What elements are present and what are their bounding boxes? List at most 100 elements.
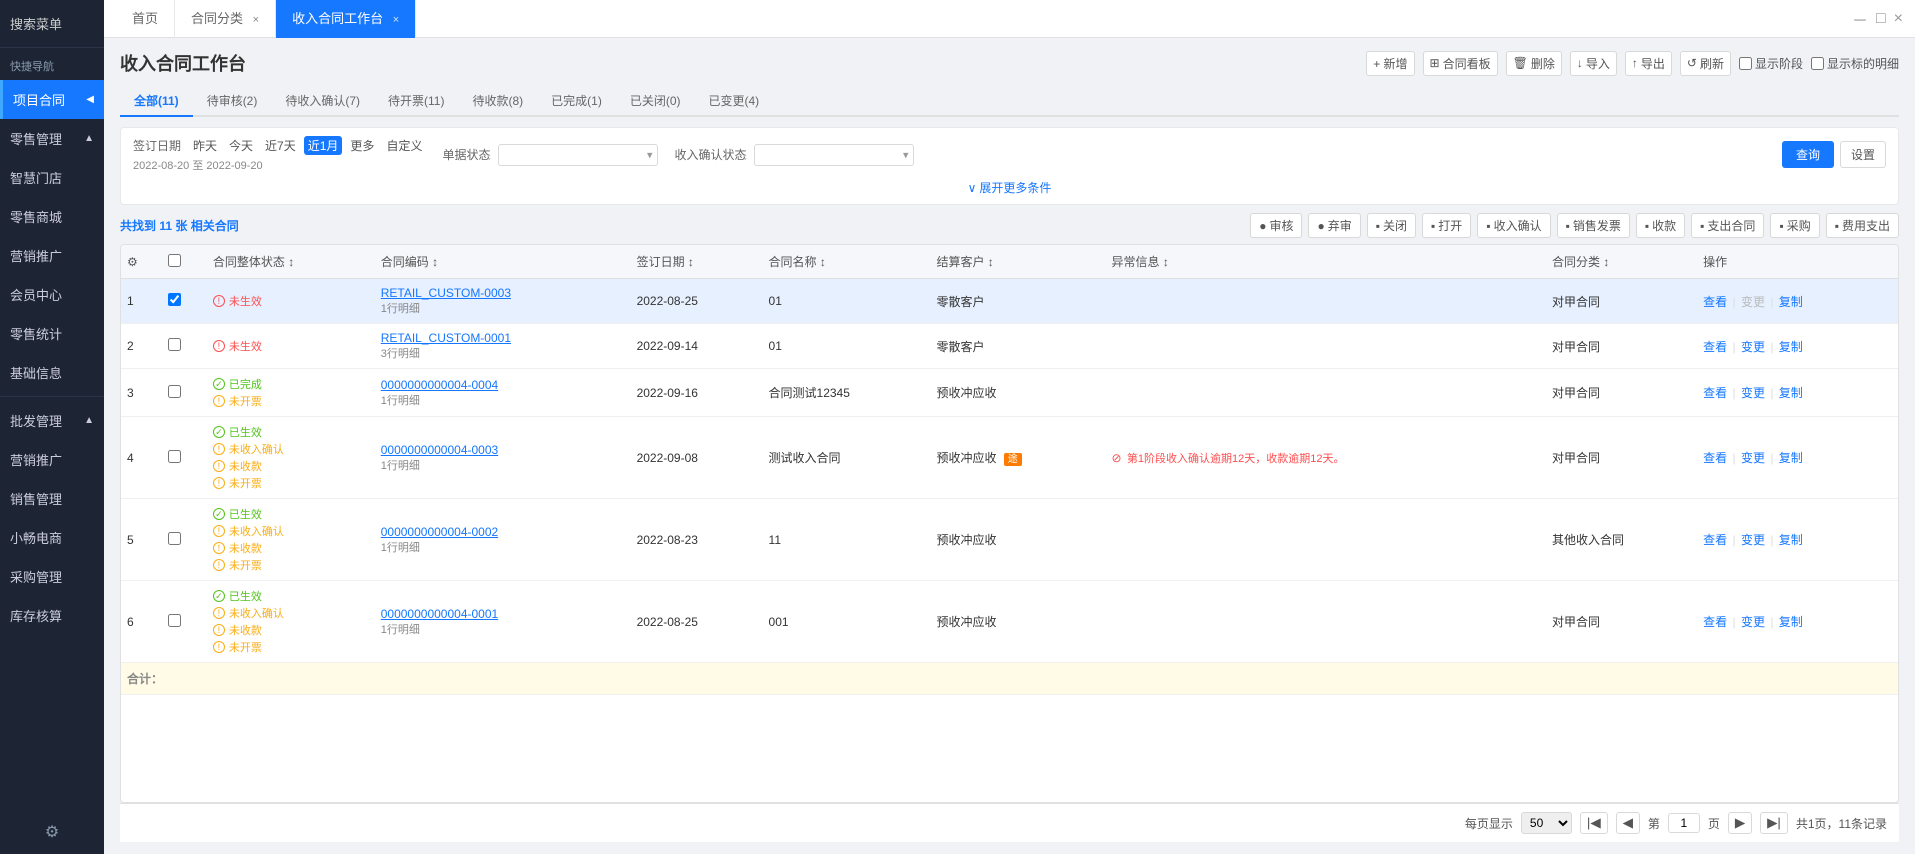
sidebar-search[interactable]: 搜索菜单 [0,0,104,48]
row-check[interactable] [162,499,207,581]
sub-tab-completed[interactable]: 已完成(1) [537,86,616,117]
sidebar-item-sales-mgmt[interactable]: 销售管理 [0,479,104,518]
receive-confirm-select[interactable] [754,144,914,166]
tab-close-icon[interactable]: × [393,14,399,26]
contract-link[interactable]: 0000000000004-0003 [381,443,498,457]
copy-op[interactable]: 复制 [1779,340,1803,354]
next-page-btn[interactable]: ▶ [1728,812,1752,834]
income-confirm-btn[interactable]: ▪ 收入确认 [1477,213,1550,238]
sidebar-item-marketing[interactable]: 营销推广 [0,236,104,275]
refresh-button[interactable]: ↺ 刷新 [1680,51,1731,76]
sidebar-item-smart-store[interactable]: 智慧门店 [0,158,104,197]
new-button[interactable]: + 新增 [1366,51,1414,76]
row-check[interactable] [162,581,207,663]
purchase-btn[interactable]: ▪ 采购 [1770,213,1819,238]
contract-link[interactable]: 0000000000004-0001 [381,607,498,621]
sidebar-settings[interactable]: ⚙ [0,810,104,854]
close-btn[interactable]: ▪ 关闭 [1367,213,1416,238]
sub-tab-all[interactable]: 全部(11) [120,86,193,117]
page-size-select[interactable]: 50 10 20 100 [1521,812,1572,834]
first-page-btn[interactable]: |◀ [1580,812,1608,834]
close-icon[interactable]: × [1894,10,1903,28]
sidebar-item-retail-stats[interactable]: 零售统计 [0,314,104,353]
minimize-icon[interactable]: － [1852,7,1868,31]
sales-invoice-btn[interactable]: ▪ 销售发票 [1557,213,1630,238]
col-category[interactable]: 合同分类 ↕ [1546,245,1697,279]
copy-op[interactable]: 复制 [1779,451,1803,465]
tab-income-contract[interactable]: 收入合同工作台 × [276,0,416,38]
sidebar-item-retail-mall[interactable]: 零售商城 [0,197,104,236]
payment-btn[interactable]: ▪ 收款 [1636,213,1685,238]
sidebar-item-base-info[interactable]: 基础信息 [0,353,104,392]
reject-audit-btn[interactable]: ● 弃审 [1308,213,1360,238]
row-check[interactable] [162,279,207,324]
contract-link[interactable]: 0000000000004-0004 [381,378,498,392]
view-op[interactable]: 查看 [1703,615,1727,629]
date-opt-yesterday[interactable]: 昨天 [189,136,221,155]
query-button[interactable]: 查询 [1782,141,1834,168]
date-opt-7days[interactable]: 近7天 [261,136,300,155]
sidebar-item-member-center[interactable]: 会员中心 [0,275,104,314]
copy-op[interactable]: 复制 [1779,533,1803,547]
copy-op[interactable]: 复制 [1779,386,1803,400]
date-opt-today[interactable]: 今天 [225,136,257,155]
sidebar-item-retail-mgmt[interactable]: 零售管理 ▲ [0,119,104,158]
expand-filter-btn[interactable]: ∨ 展开更多条件 [968,179,1052,196]
doc-status-select[interactable] [498,144,658,166]
change-op[interactable]: 变更 [1741,451,1765,465]
change-op[interactable]: 变更 [1741,615,1765,629]
col-customer[interactable]: 结算客户 ↕ [930,245,1105,279]
col-settings[interactable]: ⚙ [121,245,162,279]
change-op[interactable]: 变更 [1741,340,1765,354]
open-btn[interactable]: ▪ 打开 [1422,213,1471,238]
copy-op[interactable]: 复制 [1779,615,1803,629]
import-button[interactable]: ↓ 导入 [1570,51,1617,76]
expense-btn[interactable]: ▪ 费用支出 [1826,213,1899,238]
date-opt-1month[interactable]: 近1月 [304,136,343,155]
last-page-btn[interactable]: ▶| [1760,812,1788,834]
col-contract-code[interactable]: 合同编码 ↕ [375,245,631,279]
contract-link[interactable]: RETAIL_CUSTOM-0001 [381,331,511,345]
row-check[interactable] [162,324,207,369]
copy-op[interactable]: 复制 [1779,295,1803,309]
change-op[interactable]: 变更 [1741,386,1765,400]
delete-button[interactable]: 🗑 删除 [1506,51,1562,76]
tab-contract-category[interactable]: 合同分类 × [175,0,276,38]
sub-tab-pending-invoice[interactable]: 待开票(11) [374,86,458,117]
col-anomaly[interactable]: 异常信息 ↕ [1105,245,1546,279]
col-contract-name[interactable]: 合同名称 ↕ [763,245,931,279]
page-input[interactable] [1668,813,1700,833]
date-opt-custom[interactable]: 自定义 [382,136,426,155]
sidebar-item-marketing2[interactable]: 营销推广 [0,440,104,479]
col-checkbox[interactable] [162,245,207,279]
view-op[interactable]: 查看 [1703,533,1727,547]
export-button[interactable]: ↑ 导出 [1625,51,1672,76]
change-op[interactable]: 变更 [1741,533,1765,547]
tab-close-icon[interactable]: × [253,14,259,26]
audit-btn[interactable]: ● 审核 [1250,213,1302,238]
view-op[interactable]: 查看 [1703,386,1727,400]
sidebar-item-xiaochangec[interactable]: 小畅电商 [0,518,104,557]
col-sign-date[interactable]: 签订日期 ↕ [631,245,763,279]
sidebar-item-project-contract[interactable]: 项目合同 ◀ [0,80,104,119]
kanban-button[interactable]: ⊞ 合同看板 [1423,51,1498,76]
show-stage-checkbox[interactable]: 显示阶段 [1739,55,1803,72]
sub-tab-changed[interactable]: 已变更(4) [695,86,774,117]
contract-link[interactable]: 0000000000004-0002 [381,525,498,539]
sub-tab-pending-payment[interactable]: 待收款(8) [458,86,537,117]
show-detail-checkbox[interactable]: 显示标的明细 [1811,55,1899,72]
sub-tab-closed[interactable]: 已关闭(0) [616,86,695,117]
set-button[interactable]: 设置 [1840,141,1886,168]
prev-page-btn[interactable]: ◀ [1616,812,1640,834]
sub-tab-pending-confirm[interactable]: 待收入确认(7) [271,86,374,117]
view-op[interactable]: 查看 [1703,295,1727,309]
sidebar-item-purchase-mgmt[interactable]: 采购管理 [0,557,104,596]
view-op[interactable]: 查看 [1703,340,1727,354]
tab-home[interactable]: 首页 [116,0,175,38]
view-op[interactable]: 查看 [1703,451,1727,465]
sidebar-item-wholesale-mgmt[interactable]: 批发管理 ▲ [0,401,104,440]
sub-tab-pending-audit[interactable]: 待审核(2) [193,86,272,117]
row-check[interactable] [162,369,207,417]
contract-link[interactable]: RETAIL_CUSTOM-0003 [381,286,511,300]
date-opt-more[interactable]: 更多 [346,136,378,155]
